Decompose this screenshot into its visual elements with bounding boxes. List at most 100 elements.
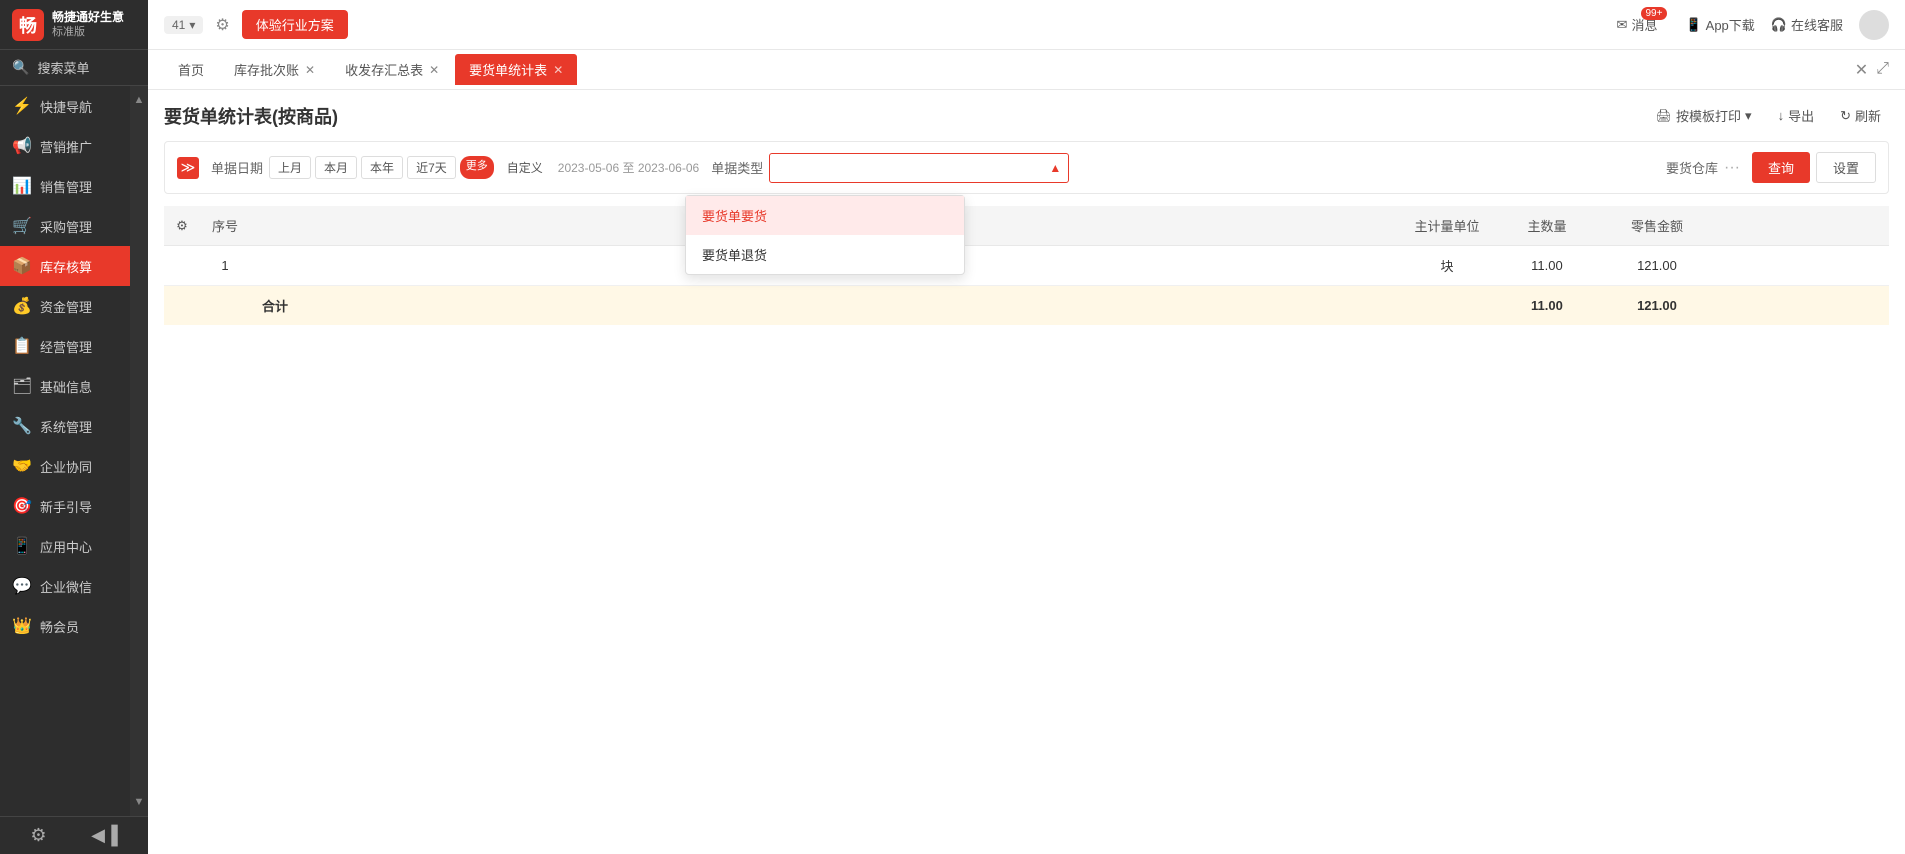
scroll-up-arrow[interactable]: ▲: [134, 94, 145, 106]
app-download-button[interactable]: 📱 App下载: [1685, 15, 1754, 34]
row-extra: [1717, 246, 1889, 286]
topbar: 41 ▾ ⚙ 体验行业方案 ✉ 消息 99+ 📱 App下载 🎧 在线客服: [148, 0, 1905, 50]
sidebar-item-inventory[interactable]: 📦 库存核算: [0, 246, 130, 286]
this-month-btn[interactable]: 本月: [315, 156, 357, 179]
dropdown-item-order-return[interactable]: 要货单退货: [686, 235, 964, 274]
tab-collect-close[interactable]: ✕: [429, 63, 439, 77]
custom-date-btn[interactable]: 自定义: [498, 156, 552, 179]
sidebar-item-shortcuts[interactable]: ⚡ 快捷导航: [0, 86, 130, 126]
col-settings[interactable]: ⚙: [164, 206, 200, 246]
warehouse-filter-group: 要货仓库 ···: [1666, 158, 1740, 177]
table-container: ⚙ 序号 商品 主计量单位 主数量 零售金额 1: [164, 206, 1889, 325]
operations-icon: 📋: [12, 336, 30, 356]
page-actions: 🖨 按模板打印 ▾ ↓ 导出 ↻ 刷新: [1648, 102, 1890, 129]
tab-order-stats-close[interactable]: ✕: [553, 63, 563, 77]
filter-bar: ≫ 单据日期 上月 本月 本年 近7天 更多 自定义 2023-05-06 至 …: [164, 141, 1889, 194]
sidebar-item-guide[interactable]: 🎯 新手引导: [0, 486, 130, 526]
messages-button[interactable]: ✉ 消息 99+: [1617, 15, 1658, 34]
footer-settings: [164, 286, 200, 326]
online-service-button[interactable]: 🎧 在线客服: [1771, 15, 1843, 34]
row-qty: 11.00: [1497, 246, 1597, 286]
type-select-input[interactable]: [769, 153, 1069, 183]
shortcuts-icon: ⚡: [12, 96, 30, 116]
sidebar-item-system[interactable]: 🔧 系统管理: [0, 406, 130, 446]
more-dates-badge[interactable]: 更多: [460, 156, 494, 179]
print-icon: 🖨: [1656, 108, 1673, 124]
row-settings: [164, 246, 200, 286]
filter-expand-button[interactable]: ≫: [177, 157, 199, 179]
sidebar-item-members[interactable]: 👑 畅会员: [0, 606, 130, 646]
row-amount: 121.00: [1597, 246, 1717, 286]
export-button[interactable]: ↓ 导出: [1770, 102, 1823, 129]
footer-label: 合计: [250, 286, 1397, 326]
warehouse-filter-label: 要货仓库: [1666, 158, 1718, 177]
collapse-icon[interactable]: ◀▐: [91, 825, 118, 846]
trial-button[interactable]: 体验行业方案: [242, 10, 348, 39]
settings-icon[interactable]: ⚙: [30, 825, 46, 846]
wechat-icon: 💬: [12, 576, 30, 596]
footer-qty: 11.00: [1497, 286, 1597, 326]
tab-collect[interactable]: 收发存汇总表 ✕: [331, 54, 453, 85]
refresh-button[interactable]: ↻ 刷新: [1832, 102, 1889, 129]
scroll-down-arrow[interactable]: ▼: [134, 796, 145, 808]
sidebar-item-apps[interactable]: 📱 应用中心: [0, 526, 130, 566]
last-month-btn[interactable]: 上月: [269, 156, 311, 179]
sidebar-header: 畅 畅捷通好生意 标准版: [0, 0, 148, 50]
tab-home[interactable]: 首页: [164, 54, 218, 85]
col-qty: 主数量: [1497, 206, 1597, 246]
data-table: ⚙ 序号 商品 主计量单位 主数量 零售金额 1: [164, 206, 1889, 325]
recent-7-btn[interactable]: 近7天: [407, 156, 456, 179]
sidebar-item-purchase[interactable]: 🛒 采购管理: [0, 206, 130, 246]
app-logo: 畅: [12, 9, 44, 41]
col-unit: 主计量单位: [1397, 206, 1497, 246]
footer-unit: [1397, 286, 1497, 326]
tabbar: 首页 库存批次账 ✕ 收发存汇总表 ✕ 要货单统计表 ✕ ✕ ⤢: [148, 50, 1905, 90]
this-year-btn[interactable]: 本年: [361, 156, 403, 179]
basic-icon: 🗂: [12, 376, 30, 396]
finance-icon: 💰: [12, 296, 30, 316]
tab-order-stats[interactable]: 要货单统计表 ✕: [455, 54, 577, 85]
sidebar-item-basic[interactable]: 🗂 基础信息: [0, 366, 130, 406]
sidebar-nav: ⚡ 快捷导航 📢 营销推广 📊 销售管理 🛒 采购管理 📦 库存核算 💰: [0, 86, 148, 816]
row-no: 1: [200, 246, 250, 286]
marketing-icon: 📢: [12, 136, 30, 156]
type-select-wrapper: ▲: [769, 153, 1069, 183]
user-avatar[interactable]: [1859, 10, 1889, 40]
sidebar-item-finance[interactable]: 💰 资金管理: [0, 286, 130, 326]
page-header: 要货单统计表(按商品) 🖨 按模板打印 ▾ ↓ 导出 ↻ 刷新: [164, 102, 1889, 129]
filter-actions: 查询 设置: [1752, 152, 1876, 183]
page-title: 要货单统计表(按商品): [164, 103, 338, 129]
apps-icon: 📱: [12, 536, 30, 556]
date-range-display: 2023-05-06 至 2023-06-06: [558, 159, 699, 176]
page-content: 要货单统计表(按商品) 🖨 按模板打印 ▾ ↓ 导出 ↻ 刷新: [148, 90, 1905, 854]
topbar-gear-icon[interactable]: ⚙: [215, 15, 229, 35]
warehouse-more-icon[interactable]: ···: [1724, 159, 1740, 177]
sidebar-item-operations[interactable]: 📋 经营管理: [0, 326, 130, 366]
search-icon: 🔍: [12, 59, 29, 76]
tab-restore-icon[interactable]: ⤢: [1876, 60, 1889, 80]
type-filter-label: 单据类型: [711, 158, 763, 177]
print-button[interactable]: 🖨 按模板打印 ▾: [1648, 102, 1760, 129]
sidebar-item-wechat[interactable]: 💬 企业微信: [0, 566, 130, 606]
footer-amount: 121.00: [1597, 286, 1717, 326]
sidebar-item-marketing[interactable]: 📢 营销推广: [0, 126, 130, 166]
dropdown-item-order-goods[interactable]: 要货单要货: [686, 196, 964, 235]
sidebar-search[interactable]: 🔍 搜索菜单: [0, 50, 148, 86]
col-extra: [1717, 206, 1889, 246]
query-button[interactable]: 查询: [1752, 152, 1810, 183]
date-filter-label: 单据日期: [211, 158, 263, 177]
sidebar-item-sales[interactable]: 📊 销售管理: [0, 166, 130, 206]
col-no: 序号: [200, 206, 250, 246]
row-unit: 块: [1397, 246, 1497, 286]
sidebar-item-cooperation[interactable]: 🤝 企业协同: [0, 446, 130, 486]
purchase-icon: 🛒: [12, 216, 30, 236]
version-selector[interactable]: 41 ▾: [164, 16, 203, 34]
table-header: ⚙ 序号 商品 主计量单位 主数量 零售金额: [164, 206, 1889, 246]
tab-close-all-icon[interactable]: ✕: [1855, 60, 1868, 80]
filter-settings-button[interactable]: 设置: [1816, 152, 1876, 183]
headset-icon: 🎧: [1771, 17, 1787, 33]
tab-batch-close[interactable]: ✕: [305, 63, 315, 77]
guide-icon: 🎯: [12, 496, 30, 516]
tab-batch[interactable]: 库存批次账 ✕: [220, 54, 329, 85]
cooperation-icon: 🤝: [12, 456, 30, 476]
